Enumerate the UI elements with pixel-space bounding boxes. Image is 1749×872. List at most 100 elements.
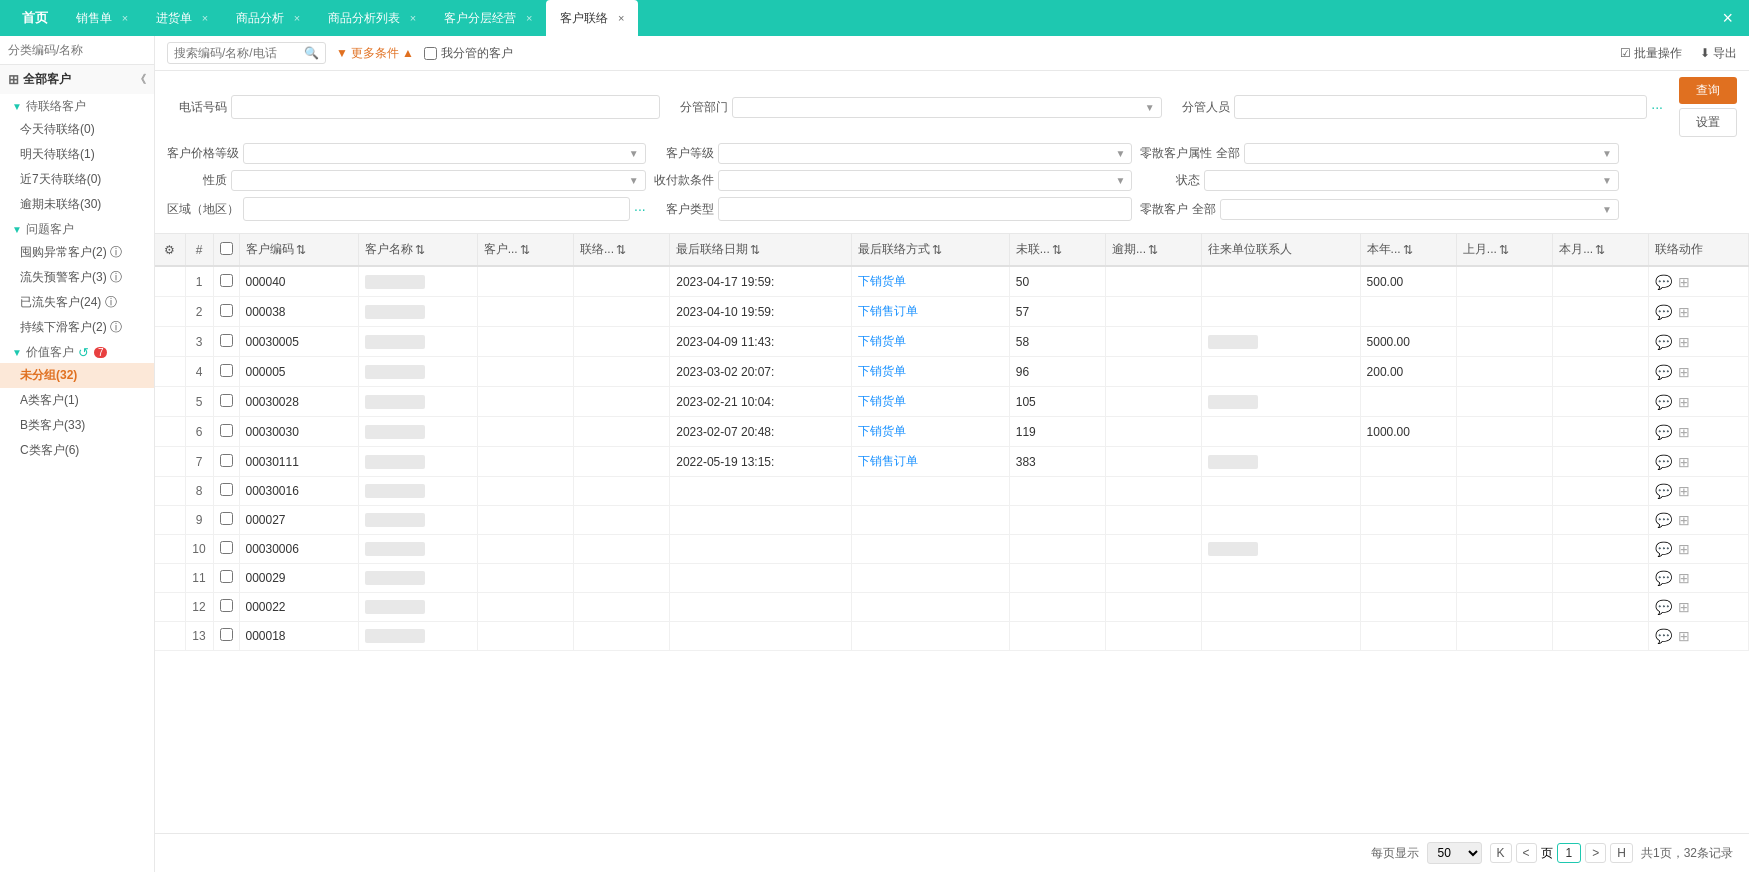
export-button[interactable]: ⬇ 导出 xyxy=(1700,45,1737,62)
sidebar-item-week-pending[interactable]: 近7天待联络(0) xyxy=(0,167,154,192)
row-checkbox-cell[interactable] xyxy=(213,447,239,477)
sidebar-item-churn-warning[interactable]: 流失预警客户(3) ⓘ xyxy=(0,265,154,290)
row-checkbox[interactable] xyxy=(220,274,233,287)
contact-method-link[interactable]: 下销售订单 xyxy=(858,304,918,318)
no-contact-col-header[interactable]: 未联...⇅ xyxy=(1009,234,1105,266)
my-customers-checkbox[interactable] xyxy=(424,47,437,60)
grid-action-icon[interactable]: ⊞ xyxy=(1678,334,1690,350)
unit-contact-col-header[interactable]: 往来单位联系人 xyxy=(1202,234,1360,266)
grid-action-icon[interactable]: ⊞ xyxy=(1678,512,1690,528)
grid-action-icon[interactable]: ⊞ xyxy=(1678,454,1690,470)
row-last-contact-method[interactable] xyxy=(851,477,1009,506)
chat-icon[interactable]: 💬 xyxy=(1655,628,1672,644)
row-checkbox-cell[interactable] xyxy=(213,417,239,447)
per-page-select[interactable]: 50 100 200 xyxy=(1427,842,1482,864)
chat-icon[interactable]: 💬 xyxy=(1655,394,1672,410)
region-dots[interactable]: ··· xyxy=(634,201,646,217)
row-settings[interactable] xyxy=(155,477,185,506)
name-col-header[interactable]: 客户名称⇅ xyxy=(358,234,477,266)
contact-method-link[interactable]: 下销货单 xyxy=(858,394,906,408)
status-select[interactable]: ▼ xyxy=(1204,170,1619,191)
more-conditions-button[interactable]: ▼ 更多条件 ▲ xyxy=(336,45,414,62)
last-month-col-header[interactable]: 上月...⇅ xyxy=(1456,234,1552,266)
chat-icon[interactable]: 💬 xyxy=(1655,364,1672,380)
contact-col-header[interactable]: 联络...⇅ xyxy=(573,234,669,266)
row-last-contact-method[interactable] xyxy=(851,622,1009,651)
manager-input[interactable] xyxy=(1234,95,1648,119)
row-last-contact-method[interactable] xyxy=(851,535,1009,564)
row-checkbox-cell[interactable] xyxy=(213,297,239,327)
search-input[interactable] xyxy=(174,46,304,60)
value-customers-group[interactable]: ▼ 价值客户 ↺ 7 xyxy=(0,340,154,363)
refresh-icon[interactable]: ↺ xyxy=(78,345,89,360)
grid-action-icon[interactable]: ⊞ xyxy=(1678,483,1690,499)
dept-select[interactable]: ▼ xyxy=(732,97,1161,118)
sidebar-item-today-pending[interactable]: 今天待联络(0) xyxy=(0,117,154,142)
grid-action-icon[interactable]: ⊞ xyxy=(1678,599,1690,615)
nav-analysis[interactable]: 商品分析 × xyxy=(222,0,314,36)
row-checkbox-cell[interactable] xyxy=(213,357,239,387)
row-settings[interactable] xyxy=(155,506,185,535)
row-last-contact-method[interactable]: 下销货单 xyxy=(851,327,1009,357)
grid-action-icon[interactable]: ⊞ xyxy=(1678,541,1690,557)
chat-icon[interactable]: 💬 xyxy=(1655,424,1672,440)
batch-operation-button[interactable]: ☑ 批量操作 xyxy=(1620,45,1682,62)
row-settings[interactable] xyxy=(155,327,185,357)
close-analysis-tab[interactable]: × xyxy=(294,12,300,24)
row-checkbox[interactable] xyxy=(220,364,233,377)
select-all-checkbox[interactable] xyxy=(220,242,233,255)
chat-icon[interactable]: 💬 xyxy=(1655,274,1672,290)
grid-action-icon[interactable]: ⊞ xyxy=(1678,274,1690,290)
chat-icon[interactable]: 💬 xyxy=(1655,483,1672,499)
chat-icon[interactable]: 💬 xyxy=(1655,512,1672,528)
payment-select[interactable]: ▼ xyxy=(718,170,1133,191)
row-checkbox-cell[interactable] xyxy=(213,593,239,622)
nav-purchase[interactable]: 进货单 × xyxy=(142,0,222,36)
contact-method-link[interactable]: 下销货单 xyxy=(858,424,906,438)
nature-select[interactable]: ▼ xyxy=(231,170,646,191)
row-checkbox-cell[interactable] xyxy=(213,327,239,357)
row-last-contact-method[interactable] xyxy=(851,506,1009,535)
nav-home[interactable]: 首页 xyxy=(8,0,62,36)
chat-icon[interactable]: 💬 xyxy=(1655,599,1672,615)
window-close-button[interactable]: × xyxy=(1714,8,1741,29)
row-settings[interactable] xyxy=(155,417,185,447)
sidebar-item-churned[interactable]: 已流失客户(24) ⓘ xyxy=(0,290,154,315)
grid-action-icon[interactable]: ⊞ xyxy=(1678,424,1690,440)
all-customers-header[interactable]: ⊞ 全部客户 《 xyxy=(0,65,154,94)
overdue-col-header[interactable]: 逾期...⇅ xyxy=(1106,234,1202,266)
row-last-contact-method[interactable] xyxy=(851,564,1009,593)
manager-dots[interactable]: ··· xyxy=(1651,99,1663,115)
last-page-button[interactable]: H xyxy=(1610,843,1633,863)
query-button[interactable]: 查询 xyxy=(1679,77,1737,104)
chat-icon[interactable]: 💬 xyxy=(1655,334,1672,350)
phone-input[interactable] xyxy=(231,95,660,119)
contact-method-link[interactable]: 下销货单 xyxy=(858,334,906,348)
contact-method-link[interactable]: 下销货单 xyxy=(858,364,906,378)
row-checkbox[interactable] xyxy=(220,334,233,347)
row-last-contact-method[interactable]: 下销售订单 xyxy=(851,297,1009,327)
row-last-contact-method[interactable] xyxy=(851,593,1009,622)
last-contact-date-col-header[interactable]: 最后联络日期⇅ xyxy=(670,234,851,266)
row-settings[interactable] xyxy=(155,387,185,417)
sidebar-search-input[interactable] xyxy=(8,43,155,57)
row-settings[interactable] xyxy=(155,564,185,593)
row-checkbox-cell[interactable] xyxy=(213,266,239,297)
row-checkbox[interactable] xyxy=(220,394,233,407)
row-checkbox[interactable] xyxy=(220,454,233,467)
row-settings[interactable] xyxy=(155,447,185,477)
close-analysis-list-tab[interactable]: × xyxy=(410,12,416,24)
chat-icon[interactable]: 💬 xyxy=(1655,304,1672,320)
sidebar-item-class-a[interactable]: A类客户(1) xyxy=(0,388,154,413)
contact-method-link[interactable]: 下销售订单 xyxy=(858,454,918,468)
row-last-contact-method[interactable]: 下销货单 xyxy=(851,417,1009,447)
sidebar-item-class-c[interactable]: C类客户(6) xyxy=(0,438,154,463)
settings-col-header[interactable]: ⚙ xyxy=(155,234,185,266)
row-settings[interactable] xyxy=(155,266,185,297)
pending-contact-group[interactable]: ▼ 待联络客户 xyxy=(0,94,154,117)
this-month-col-header[interactable]: 本月...⇅ xyxy=(1553,234,1649,266)
sidebar-item-declining[interactable]: 持续下滑客户(2) ⓘ xyxy=(0,315,154,340)
row-last-contact-method[interactable]: 下销货单 xyxy=(851,357,1009,387)
row-checkbox[interactable] xyxy=(220,599,233,612)
row-settings[interactable] xyxy=(155,357,185,387)
